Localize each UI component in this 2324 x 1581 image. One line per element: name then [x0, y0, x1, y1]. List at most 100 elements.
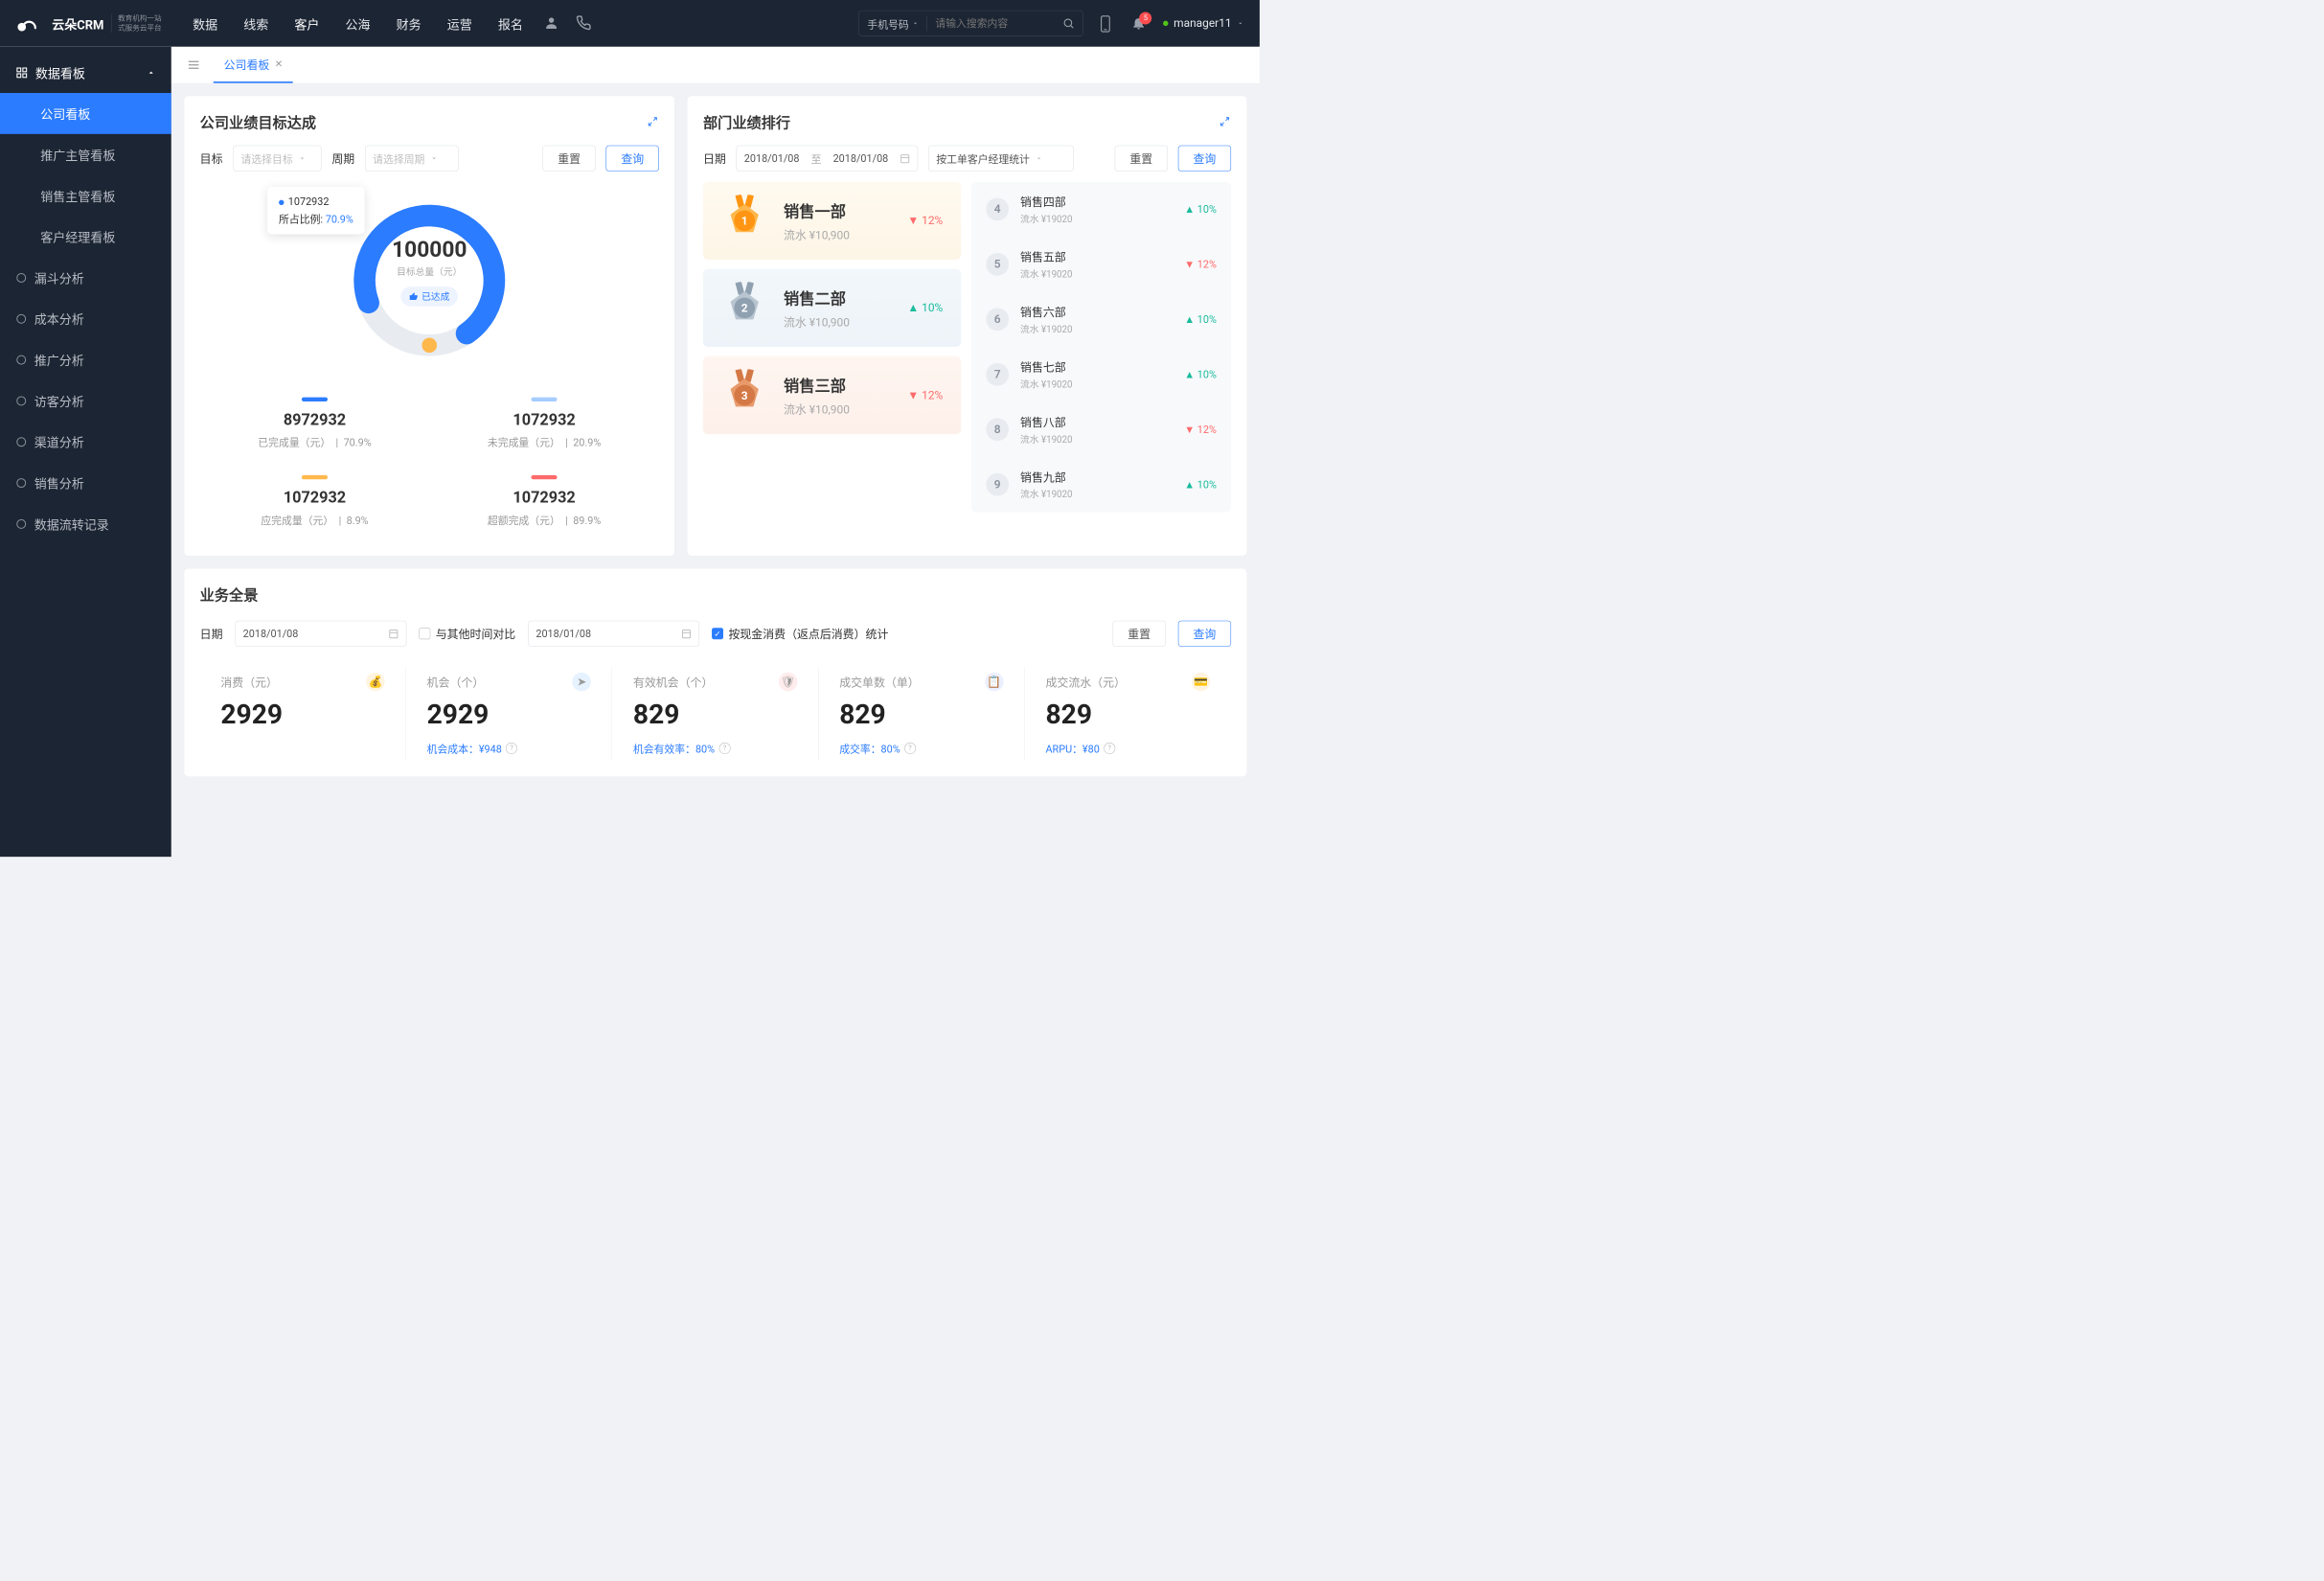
expand-icon[interactable]	[1219, 116, 1231, 127]
chevron-up-icon	[147, 68, 156, 78]
sidebar-item[interactable]: 数据流转记录	[0, 503, 171, 544]
sidebar-item[interactable]: 漏斗分析	[0, 257, 171, 298]
svg-text:2: 2	[741, 302, 748, 315]
sidebar-item[interactable]: 公司看板	[0, 93, 171, 134]
chevron-down-icon	[1237, 20, 1244, 28]
metric-icon: 🛡	[779, 673, 798, 692]
app-header: 云朵CRM 教育机构一站式服务云平台 数据 线索 客户 公海 财务 运营 报名 手机号码	[0, 0, 1260, 47]
thumbs-up-icon	[409, 292, 419, 302]
nav-item[interactable]: 客户	[294, 14, 319, 33]
nav-item[interactable]: 财务	[397, 14, 422, 33]
sidebar-item[interactable]: 渠道分析	[0, 422, 171, 463]
overview-metric: 机会（个）➤2929机会成本：¥948?	[406, 667, 612, 761]
search-bar: 手机号码	[859, 11, 1083, 36]
search-type-select[interactable]: 手机号码	[867, 16, 927, 32]
nav-item[interactable]: 运营	[447, 14, 472, 33]
label-date: 日期	[703, 150, 726, 167]
nav-item[interactable]: 线索	[243, 14, 268, 33]
medal-icon: 3	[721, 372, 768, 419]
dashboard-icon	[15, 66, 28, 79]
card-ranking: 部门业绩排行 日期 2018/01/08 至 2018/01/08	[688, 96, 1247, 556]
user-icon[interactable]	[544, 15, 560, 32]
query-button[interactable]: 查询	[606, 146, 659, 172]
sidebar: 数据看板 公司看板推广主管看板销售主管看板客户经理看板 漏斗分析成本分析推广分析…	[0, 47, 171, 858]
overview-metric: 成交流水（元）💳829ARPU：¥80?	[1025, 667, 1231, 761]
chart-tooltip: 1072932 所占比例: 70.9%	[267, 187, 365, 234]
tab-bar: 公司看板 ✕	[171, 47, 1260, 83]
pie-icon	[15, 477, 27, 489]
label-date: 日期	[200, 626, 223, 642]
sidebar-item[interactable]: 销售主管看板	[0, 175, 171, 217]
sidebar-item[interactable]: 客户经理看板	[0, 216, 171, 257]
card-overview-title: 业务全景	[200, 584, 1231, 606]
medal-icon: 2	[721, 285, 768, 332]
select-target[interactable]: 请选择目标	[233, 146, 321, 172]
help-icon[interactable]: ?	[718, 743, 730, 754]
card-overview: 业务全景 日期 2018/01/08 与其他时间对比 2018/01/08	[184, 568, 1246, 776]
calendar-icon	[388, 629, 399, 639]
cash-checkbox[interactable]: ✓ 按现金消费（返点后消费）统计	[712, 626, 888, 642]
phone-icon[interactable]	[576, 15, 592, 32]
sidebar-item[interactable]: 成本分析	[0, 298, 171, 339]
svg-text:1: 1	[741, 215, 748, 228]
overview-metric: 消费（元）💰2929	[200, 667, 406, 761]
label-period: 周期	[331, 150, 354, 167]
rank-row: 5销售五部流水 ¥19020▼ 12%	[971, 237, 1231, 291]
rank-card-top: 3销售三部流水 ¥10,900▼ 12%	[703, 356, 961, 434]
help-icon[interactable]: ?	[904, 743, 916, 754]
list-icon	[15, 518, 27, 530]
date-input-2[interactable]: 2018/01/08	[528, 621, 699, 647]
status-badge: 已达成	[400, 286, 458, 307]
medal-icon: 1	[721, 197, 768, 244]
device-icon[interactable]	[1099, 15, 1115, 32]
help-icon[interactable]: ?	[1104, 743, 1115, 754]
metric-item: 1072932未完成量（元） | 20.9%	[429, 384, 659, 462]
help-icon[interactable]: ?	[506, 743, 517, 754]
svg-text:3: 3	[741, 389, 748, 402]
search-icon[interactable]	[1062, 17, 1075, 30]
donut-chart: 1072932 所占比例: 70.9% 100000 目标总量（元）	[200, 176, 659, 374]
notification-icon[interactable]: 5	[1131, 15, 1148, 32]
overview-metric: 成交单数（单）📋829成交率：80%?	[819, 667, 1025, 761]
select-period[interactable]: 请选择周期	[365, 146, 459, 172]
online-status-dot	[1163, 21, 1168, 26]
rank-row: 4销售四部流水 ¥19020▲ 10%	[971, 182, 1231, 237]
logo-subtitle: 教育机构一站式服务云平台	[111, 14, 162, 34]
logo-text: 云朵CRM	[52, 14, 103, 33]
expand-icon[interactable]	[648, 116, 659, 127]
close-icon[interactable]: ✕	[275, 58, 283, 69]
user-menu[interactable]: manager11	[1163, 17, 1243, 31]
reset-button[interactable]: 重置	[1112, 621, 1165, 647]
filter-icon	[15, 272, 27, 284]
query-button[interactable]: 查询	[1178, 146, 1231, 172]
reset-button[interactable]: 重置	[1115, 146, 1168, 172]
card-goal-title: 公司业绩目标达成	[200, 112, 316, 133]
sidebar-item[interactable]: 销售分析	[0, 462, 171, 503]
nav-item[interactable]: 数据	[193, 14, 217, 33]
card-goal: 公司业绩目标达成 目标 请选择目标 周期 请选择周期	[184, 96, 674, 556]
date-range-input[interactable]: 2018/01/08 至 2018/01/08	[737, 146, 919, 172]
select-stat-by[interactable]: 按工单客户经理统计	[928, 146, 1074, 172]
reset-button[interactable]: 重置	[542, 146, 595, 172]
sidebar-group-dashboard[interactable]: 数据看板	[0, 52, 171, 93]
search-input[interactable]	[927, 17, 1062, 30]
rank-row: 6销售六部流水 ¥19020▲ 10%	[971, 292, 1231, 347]
sidebar-item[interactable]: 访客分析	[0, 380, 171, 422]
date-input-1[interactable]: 2018/01/08	[236, 621, 407, 647]
rank-row: 9销售九部流水 ¥19020▲ 10%	[971, 457, 1231, 512]
metric-item: 1072932超额完成（元） | 89.9%	[429, 462, 659, 539]
rank-row: 7销售七部流水 ¥19020▲ 10%	[971, 347, 1231, 401]
sidebar-toggle-icon[interactable]	[182, 58, 206, 72]
sidebar-item[interactable]: 推广主管看板	[0, 134, 171, 175]
rank-card-top: 1销售一部流水 ¥10,900▼ 12%	[703, 182, 961, 260]
tab-company-dashboard[interactable]: 公司看板 ✕	[214, 47, 293, 83]
compare-checkbox[interactable]: 与其他时间对比	[419, 626, 515, 642]
link-icon	[15, 436, 27, 447]
logo: 云朵CRM 教育机构一站式服务云平台	[15, 13, 161, 34]
query-button[interactable]: 查询	[1178, 621, 1231, 647]
nav-item[interactable]: 报名	[498, 14, 523, 33]
nav-item[interactable]: 公海	[345, 14, 370, 33]
sidebar-item[interactable]: 推广分析	[0, 339, 171, 380]
chart-icon	[15, 354, 27, 365]
metric-item: 8972932已完成量（元） | 70.9%	[200, 384, 430, 462]
